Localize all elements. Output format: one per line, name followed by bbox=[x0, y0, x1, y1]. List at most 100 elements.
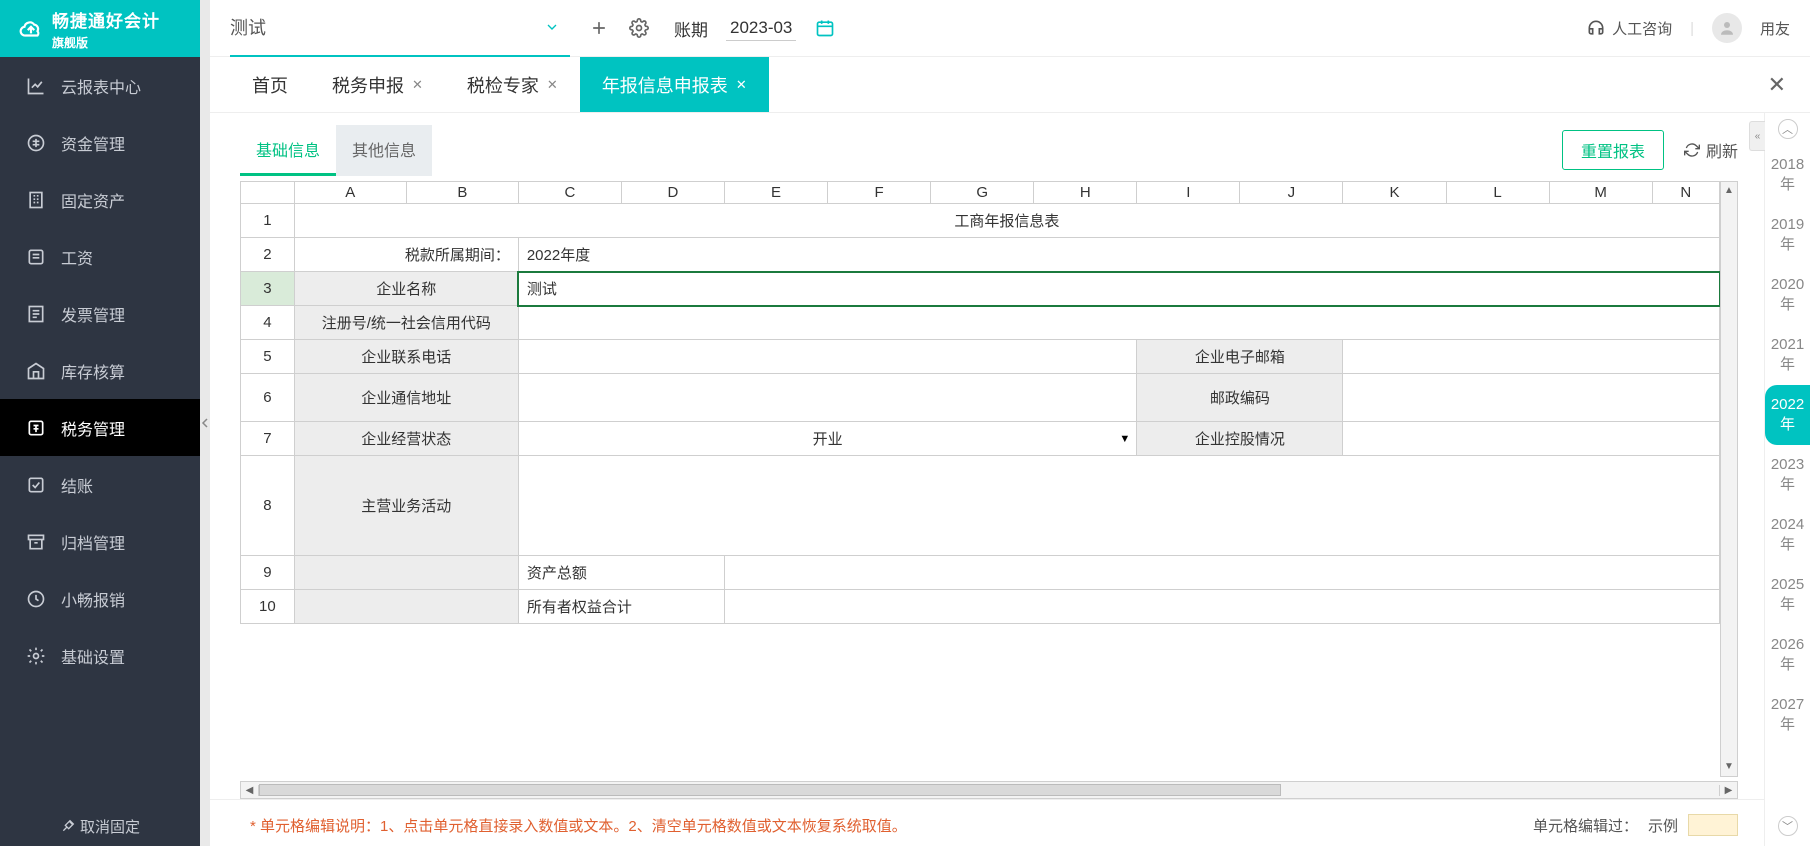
sidebar-item-invoice[interactable]: 发票管理 bbox=[0, 285, 200, 342]
row-header[interactable]: 5 bbox=[241, 340, 295, 374]
scroll-right-icon[interactable]: ▶ bbox=[1719, 785, 1737, 796]
sidebar-collapse-handle[interactable] bbox=[200, 0, 210, 846]
sidebar-item-report-center[interactable]: 云报表中心 bbox=[0, 57, 200, 114]
rail-down[interactable]: ﹀ bbox=[1778, 816, 1798, 836]
col-header[interactable]: I bbox=[1137, 182, 1240, 204]
row-header[interactable]: 1 bbox=[241, 204, 295, 238]
company-name-label[interactable]: 企业名称 bbox=[294, 272, 518, 306]
phone-input[interactable] bbox=[518, 340, 1136, 374]
email-input[interactable] bbox=[1343, 340, 1720, 374]
scroll-left-icon[interactable]: ◀ bbox=[241, 785, 259, 796]
main-biz-label[interactable]: 主营业务活动 bbox=[294, 456, 518, 556]
tab-annual-report[interactable]: 年报信息申报表✕ bbox=[580, 57, 769, 112]
year-item[interactable]: 2026年 bbox=[1765, 625, 1810, 685]
sidebar-item-reimburse[interactable]: 小畅报销 bbox=[0, 570, 200, 627]
reg-no-label[interactable]: 注册号/统一社会信用代码 bbox=[294, 306, 518, 340]
subtab-basic[interactable]: 基础信息 bbox=[240, 125, 336, 176]
year-item[interactable]: 2021年 bbox=[1765, 325, 1810, 385]
rail-up[interactable]: ︿ bbox=[1778, 119, 1798, 139]
row-header[interactable]: 3 bbox=[241, 272, 295, 306]
close-icon[interactable]: ✕ bbox=[547, 77, 558, 93]
postcode-input[interactable] bbox=[1343, 374, 1720, 422]
col-header[interactable]: F bbox=[828, 182, 931, 204]
reset-button[interactable]: 重置报表 bbox=[1562, 130, 1664, 170]
equity-label[interactable]: 所有者权益合计 bbox=[518, 590, 724, 624]
address-input[interactable] bbox=[518, 374, 1136, 422]
settings-button[interactable] bbox=[628, 17, 650, 39]
status-dropdown[interactable]: 开业▼ bbox=[518, 422, 1136, 456]
close-icon[interactable]: ✕ bbox=[412, 77, 423, 93]
period-value-cell[interactable]: 2022年度 bbox=[518, 238, 1719, 272]
row-header[interactable]: 7 bbox=[241, 422, 295, 456]
row-header[interactable]: 8 bbox=[241, 456, 295, 556]
period-label-cell[interactable]: 税款所属期间： bbox=[294, 238, 518, 272]
col-header[interactable]: E bbox=[725, 182, 828, 204]
company-name-input[interactable]: 测试 bbox=[518, 272, 1719, 306]
address-label[interactable]: 企业通信地址 bbox=[294, 374, 518, 422]
scroll-up-icon[interactable]: ▲ bbox=[1721, 182, 1737, 200]
row-header[interactable]: 6 bbox=[241, 374, 295, 422]
year-item[interactable]: 2019年 bbox=[1765, 205, 1810, 265]
unpin-button[interactable]: 取消固定 bbox=[0, 806, 200, 846]
spreadsheet[interactable]: A B C D E F G H I J bbox=[240, 181, 1720, 777]
refresh-button[interactable]: 刷新 bbox=[1684, 138, 1738, 162]
add-button[interactable] bbox=[588, 17, 610, 39]
holding-label[interactable]: 企业控股情况 bbox=[1137, 422, 1343, 456]
col-header[interactable]: H bbox=[1034, 182, 1137, 204]
support-button[interactable]: 人工咨询 bbox=[1586, 18, 1672, 39]
postcode-label[interactable]: 邮政编码 bbox=[1137, 374, 1343, 422]
row-header[interactable]: 10 bbox=[241, 590, 295, 624]
main-biz-input[interactable] bbox=[518, 456, 1719, 556]
horizontal-scrollbar[interactable]: ◀ ▶ bbox=[240, 781, 1738, 799]
tab-tax-declare[interactable]: 税务申报✕ bbox=[310, 57, 445, 112]
col-header[interactable]: J bbox=[1240, 182, 1343, 204]
col-header[interactable]: B bbox=[406, 182, 518, 204]
col-header[interactable]: L bbox=[1446, 182, 1549, 204]
close-all-tabs[interactable]: ✕ bbox=[1752, 57, 1802, 112]
calendar-button[interactable] bbox=[814, 17, 836, 39]
year-item[interactable]: 2023年 bbox=[1765, 445, 1810, 505]
sidebar-item-archive[interactable]: 归档管理 bbox=[0, 513, 200, 570]
holding-input[interactable] bbox=[1343, 422, 1720, 456]
cell[interactable] bbox=[294, 590, 518, 624]
col-header[interactable]: A bbox=[294, 182, 406, 204]
close-icon[interactable]: ✕ bbox=[736, 77, 747, 93]
sidebar-item-settings[interactable]: 基础设置 bbox=[0, 627, 200, 684]
row-header[interactable]: 2 bbox=[241, 238, 295, 272]
sheet-title[interactable]: 工商年报信息表 bbox=[294, 204, 1719, 238]
corner-cell[interactable] bbox=[241, 182, 295, 204]
assets-input[interactable] bbox=[725, 556, 1720, 590]
year-item[interactable]: 2022年 bbox=[1765, 385, 1810, 445]
col-header[interactable]: N bbox=[1652, 182, 1719, 204]
tab-tax-check[interactable]: 税检专家✕ bbox=[445, 57, 580, 112]
phone-label[interactable]: 企业联系电话 bbox=[294, 340, 518, 374]
tab-home[interactable]: 首页 bbox=[230, 57, 310, 112]
subtab-other[interactable]: 其他信息 bbox=[336, 125, 432, 176]
avatar[interactable] bbox=[1712, 13, 1742, 43]
scroll-thumb[interactable] bbox=[259, 784, 1281, 796]
scroll-down-icon[interactable]: ▼ bbox=[1721, 758, 1737, 776]
year-item[interactable]: 2020年 bbox=[1765, 265, 1810, 325]
equity-input[interactable] bbox=[725, 590, 1720, 624]
period-value[interactable]: 2023-03 bbox=[726, 16, 796, 41]
year-item[interactable]: 2018年 bbox=[1765, 145, 1810, 205]
row-header[interactable]: 9 bbox=[241, 556, 295, 590]
cell[interactable] bbox=[294, 556, 518, 590]
rail-collapse[interactable]: « bbox=[1749, 121, 1765, 151]
col-header[interactable]: K bbox=[1343, 182, 1446, 204]
reg-no-input[interactable] bbox=[518, 306, 1719, 340]
vertical-scrollbar[interactable]: ▲ ▼ bbox=[1720, 181, 1738, 777]
col-header[interactable]: D bbox=[621, 182, 724, 204]
sidebar-item-salary[interactable]: 工资 bbox=[0, 228, 200, 285]
user-name[interactable]: 用友 bbox=[1760, 18, 1790, 39]
col-header[interactable]: G bbox=[931, 182, 1034, 204]
sidebar-item-fixed-assets[interactable]: 固定资产 bbox=[0, 171, 200, 228]
status-label[interactable]: 企业经营状态 bbox=[294, 422, 518, 456]
year-item[interactable]: 2025年 bbox=[1765, 565, 1810, 625]
row-header[interactable]: 4 bbox=[241, 306, 295, 340]
col-header[interactable]: C bbox=[518, 182, 621, 204]
email-label[interactable]: 企业电子邮箱 bbox=[1137, 340, 1343, 374]
year-item[interactable]: 2024年 bbox=[1765, 505, 1810, 565]
sidebar-item-funds[interactable]: 资金管理 bbox=[0, 114, 200, 171]
year-item[interactable]: 2027年 bbox=[1765, 685, 1810, 745]
